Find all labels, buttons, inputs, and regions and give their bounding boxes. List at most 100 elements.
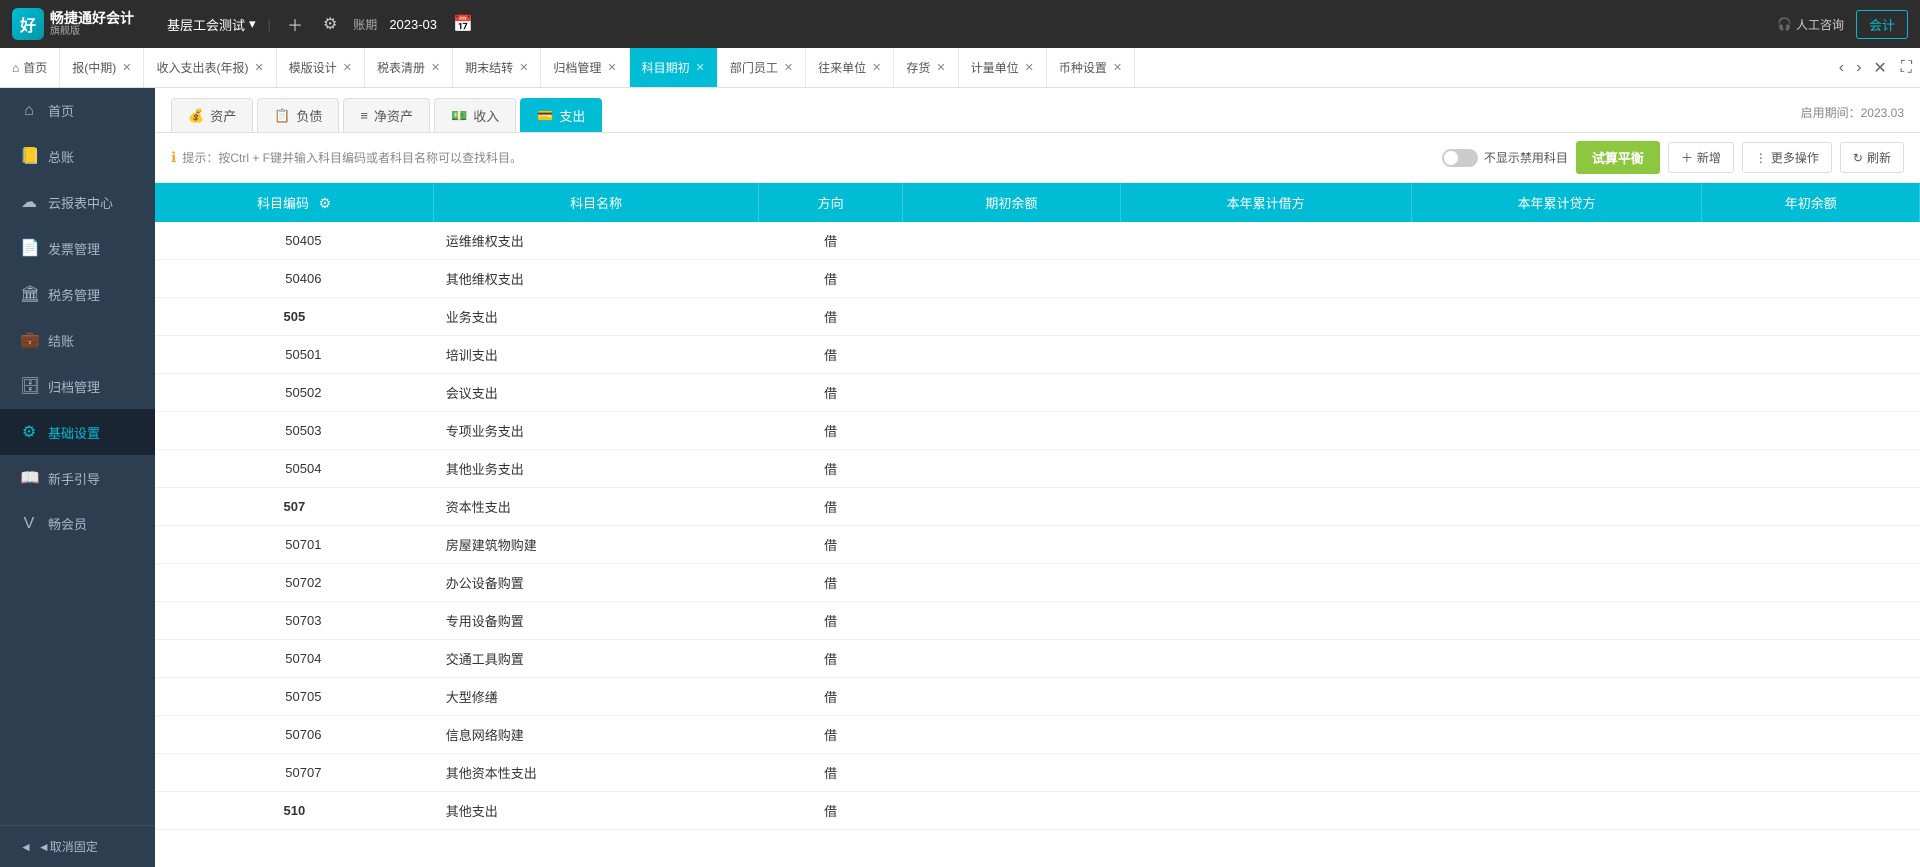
cell-name: 其他维权支出 — [434, 260, 759, 298]
tab-close-all-button[interactable]: ✕ — [1867, 58, 1892, 78]
service-button[interactable]: 🎧 人工咨询 — [1777, 16, 1844, 33]
table-row[interactable]: 50502 会议支出 借 — [155, 374, 1920, 412]
add-tab-button[interactable]: ＋ — [283, 8, 307, 40]
col-direction: 方向 — [759, 183, 903, 222]
balance-button[interactable]: 试算平衡 — [1576, 141, 1660, 174]
tab-report-mid[interactable]: 报(中期) ✕ — [60, 48, 144, 87]
tab-next-button[interactable]: › — [1850, 59, 1867, 77]
settings-button[interactable]: ⚙ — [319, 10, 341, 38]
tab-dept-staff[interactable]: 部门员工 ✕ — [718, 48, 806, 87]
tab-close-icon[interactable]: ✕ — [872, 61, 881, 74]
sub-tab-net-asset[interactable]: ≡ 净资产 — [343, 98, 430, 132]
table-header-row: 科目编码 ⚙ 科目名称 方向 期初余额 本年累计借方 本年累计贷方 年初余额 — [155, 183, 1920, 222]
tab-close-icon[interactable]: ✕ — [122, 61, 131, 74]
tab-close-icon[interactable]: ✕ — [696, 61, 705, 74]
sidebar-item-guide[interactable]: 📖 新手引导 — [0, 455, 155, 501]
table-row[interactable]: 50701 房屋建筑物购建 借 — [155, 526, 1920, 564]
sidebar-item-general-ledger[interactable]: 📒 总账 — [0, 133, 155, 179]
sub-tab-expenditure[interactable]: 💳 支出 — [520, 98, 602, 132]
tab-close-icon[interactable]: ✕ — [343, 61, 352, 74]
sub-tab-asset[interactable]: 💰 资产 — [171, 98, 253, 132]
sidebar-item-archive[interactable]: 🗄 归档管理 — [0, 363, 155, 409]
table-row[interactable]: 50504 其他业务支出 借 — [155, 450, 1920, 488]
table-row[interactable]: 507 资本性支出 借 — [155, 488, 1920, 526]
cell-name: 办公设备购置 — [434, 564, 759, 602]
cell-ytd-debit — [1120, 374, 1411, 412]
tab-template[interactable]: 模版设计 ✕ — [277, 48, 365, 87]
table-row[interactable]: 50406 其他维权支出 借 — [155, 260, 1920, 298]
sidebar-item-tax[interactable]: 🏛 税务管理 — [0, 271, 155, 317]
tab-home[interactable]: ⌂ 首页 — [0, 48, 60, 87]
ledger-icon: 📒 — [20, 146, 38, 166]
add-button[interactable]: ＋ 新增 — [1668, 142, 1734, 173]
project-name[interactable]: 基层工会测试 ▾ — [167, 15, 256, 34]
table-row[interactable]: 50503 专项业务支出 借 — [155, 412, 1920, 450]
tab-close-icon[interactable]: ✕ — [519, 61, 528, 74]
sidebar-item-report-center[interactable]: ☁ 云报表中心 — [0, 179, 155, 225]
tab-income-annual[interactable]: 收入支出表(年报) ✕ — [144, 48, 276, 87]
more-button[interactable]: ⋮ 更多操作 — [1742, 142, 1832, 173]
table-row[interactable]: 505 业务支出 借 — [155, 298, 1920, 336]
tab-close-icon[interactable]: ✕ — [784, 61, 793, 74]
table-row[interactable]: 50405 运维维权支出 借 — [155, 222, 1920, 260]
sidebar-item-invoice[interactable]: 📄 发票管理 — [0, 225, 155, 271]
settings-icon: ⚙ — [20, 422, 38, 442]
table-row[interactable]: 50704 交通工具购置 借 — [155, 640, 1920, 678]
tab-period-end[interactable]: 期末结转 ✕ — [453, 48, 541, 87]
tab-archive[interactable]: 归档管理 ✕ — [541, 48, 629, 87]
tab-subject-init[interactable]: 科目期初 ✕ — [630, 48, 718, 87]
toolbar-info: ℹ 提示：按Ctrl + F键并输入科目编码或者科目名称可以查找科目。 — [171, 149, 1434, 166]
sub-tab-income[interactable]: 💵 收入 — [434, 98, 516, 132]
table-row[interactable]: 510 其他支出 借 — [155, 792, 1920, 830]
table-row[interactable]: 50705 大型修缮 借 — [155, 678, 1920, 716]
tab-inventory[interactable]: 存货 ✕ — [894, 48, 958, 87]
tab-close-icon[interactable]: ✕ — [254, 61, 263, 74]
tab-close-icon[interactable]: ✕ — [607, 61, 616, 74]
account-button[interactable]: 会计 — [1856, 10, 1908, 39]
sidebar-item-home[interactable]: ⌂ 首页 — [0, 88, 155, 133]
tab-unit[interactable]: 计量单位 ✕ — [959, 48, 1047, 87]
tab-tax[interactable]: 税表清册 ✕ — [365, 48, 453, 87]
cell-ytd-debit — [1120, 526, 1411, 564]
sub-tab-liability[interactable]: 📋 负债 — [257, 98, 339, 132]
home-icon: ⌂ — [20, 102, 38, 120]
col-ytd-credit: 本年累计贷方 — [1411, 183, 1702, 222]
sidebar-item-member[interactable]: V 畅会员 — [0, 501, 155, 546]
cell-period-balance — [903, 640, 1121, 678]
sidebar-item-basic-settings[interactable]: ⚙ 基础设置 — [0, 409, 155, 455]
tab-close-icon[interactable]: ✕ — [431, 61, 440, 74]
cell-ytd-debit — [1120, 564, 1411, 602]
table-row[interactable]: 50707 其他资本性支出 借 — [155, 754, 1920, 792]
cell-year-begin — [1702, 336, 1920, 374]
cell-ytd-debit — [1120, 754, 1411, 792]
tab-close-icon[interactable]: ✕ — [936, 61, 945, 74]
tab-counterparty[interactable]: 往来单位 ✕ — [806, 48, 894, 87]
cell-name: 会议支出 — [434, 374, 759, 412]
toggle-disabled-subjects[interactable]: 不显示禁用科目 — [1442, 149, 1568, 167]
sidebar-item-settlement[interactable]: 💼 结账 — [0, 317, 155, 363]
tab-prev-button[interactable]: ‹ — [1833, 59, 1850, 77]
tab-currency[interactable]: 币种设置 ✕ — [1047, 48, 1135, 87]
table-row[interactable]: 50703 专用设备购置 借 — [155, 602, 1920, 640]
logo-icon: 好 — [12, 8, 44, 40]
calendar-icon[interactable]: 📅 — [449, 10, 477, 38]
cell-period-balance — [903, 412, 1121, 450]
cloud-icon: ☁ — [20, 192, 38, 212]
tab-close-icon[interactable]: ✕ — [1113, 61, 1122, 74]
table-row[interactable]: 50706 信息网络购建 借 — [155, 716, 1920, 754]
cell-ytd-credit — [1411, 260, 1702, 298]
cell-period-balance — [903, 564, 1121, 602]
sidebar-collapse-button[interactable]: ◄ ◄取消固定 — [0, 825, 155, 867]
period-info: 启用期间：2023.03 — [1801, 104, 1904, 127]
column-settings-icon[interactable]: ⚙ — [319, 195, 332, 211]
toggle-switch[interactable] — [1442, 149, 1478, 167]
cell-period-balance — [903, 716, 1121, 754]
tab-close-icon[interactable]: ✕ — [1025, 61, 1034, 74]
table-row[interactable]: 50501 培训支出 借 — [155, 336, 1920, 374]
cell-period-balance — [903, 450, 1121, 488]
info-icon: ℹ — [171, 149, 176, 166]
tab-expand-button[interactable]: ⛶ — [1893, 59, 1920, 77]
table-row[interactable]: 50702 办公设备购置 借 — [155, 564, 1920, 602]
cell-code: 50703 — [155, 602, 434, 640]
refresh-button[interactable]: ↻ 刷新 — [1840, 142, 1904, 173]
